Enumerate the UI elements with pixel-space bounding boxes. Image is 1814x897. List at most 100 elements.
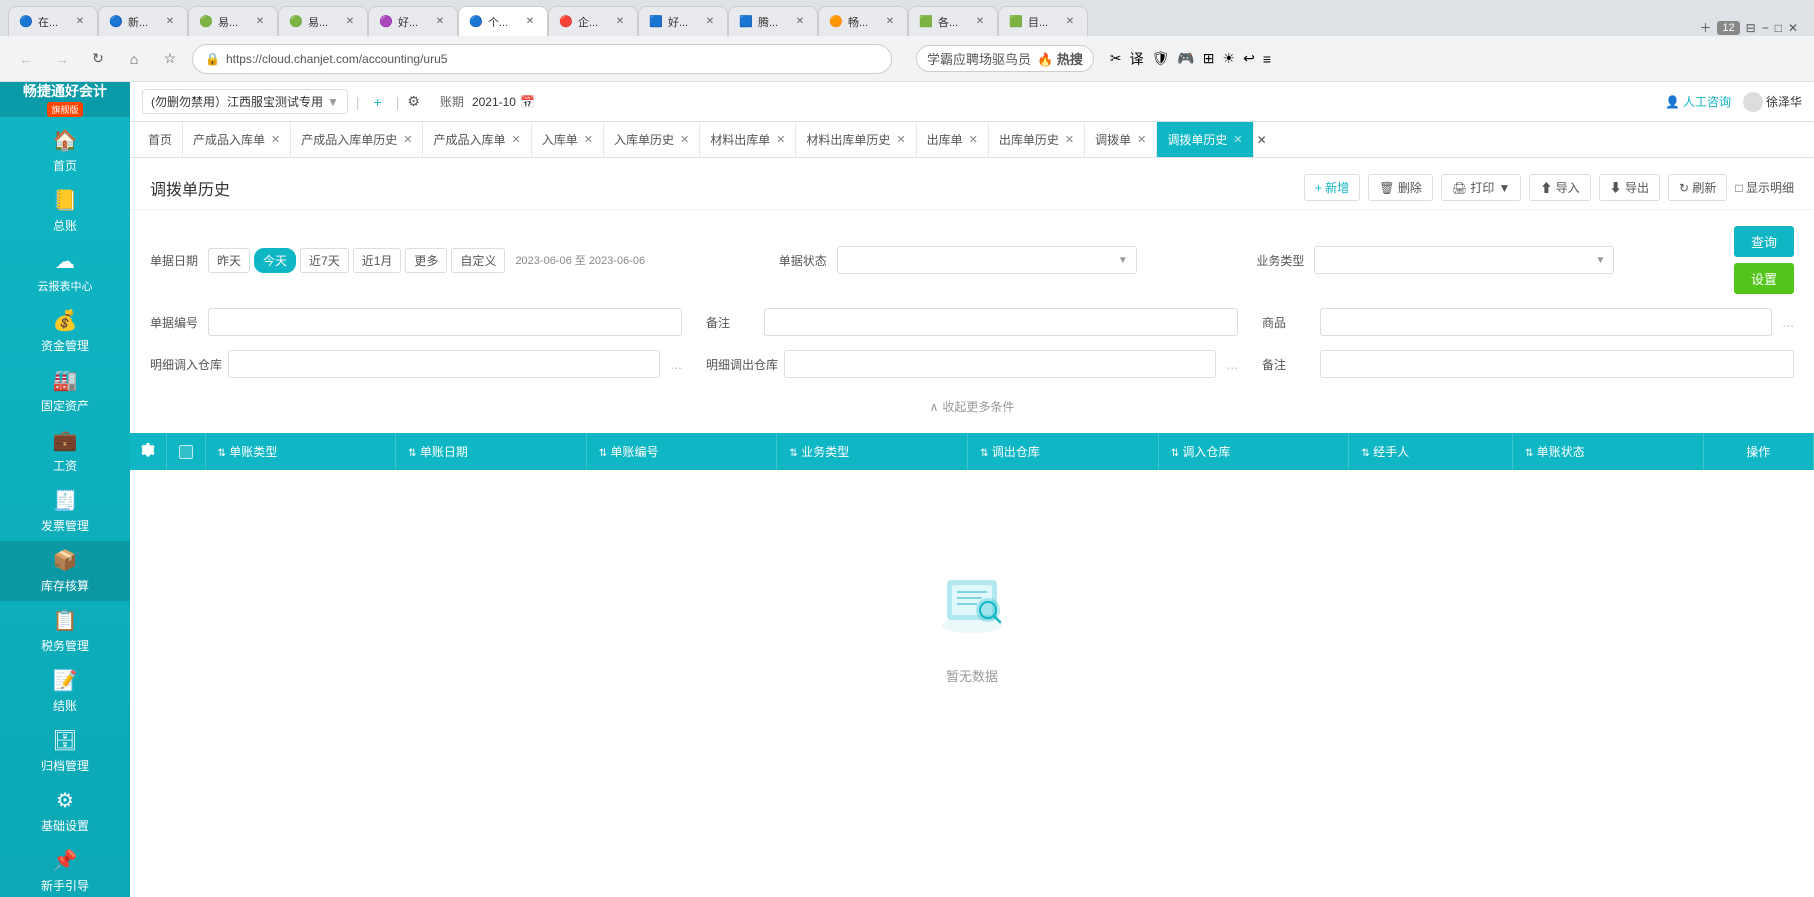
sidebar-logo[interactable]: 畅捷通好会计 旗舰版 — [0, 82, 130, 117]
new-button[interactable]: + 新增 — [1304, 174, 1360, 201]
bookmark-button[interactable]: ☆ — [156, 45, 184, 73]
browser-tab-1[interactable]: 🔵 在... ✕ — [8, 6, 98, 36]
game-icon[interactable]: 🎮 — [1177, 50, 1194, 67]
page-tab-pt5-close[interactable]: ✕ — [584, 133, 593, 146]
date-btn-more[interactable]: 更多 — [405, 248, 447, 273]
add-company-button[interactable]: + — [368, 92, 388, 112]
th-check[interactable] — [166, 433, 205, 470]
page-tabs-close[interactable]: ✕ — [1254, 122, 1270, 158]
th-voucher-type[interactable]: ⇅ 单账类型 — [205, 433, 396, 470]
page-tab-pt3[interactable]: 产成品入库单历史 ✕ — [291, 122, 423, 158]
page-tab-home[interactable]: 首页 — [138, 122, 183, 158]
sidebar-item-settle[interactable]: 📝 结账 — [0, 661, 130, 721]
tab-close-11[interactable]: ✕ — [973, 15, 987, 29]
url-box[interactable]: 🔒 https://cloud.chanjet.com/accounting/u… — [192, 44, 892, 74]
page-tab-pt4-close[interactable]: ✕ — [512, 133, 521, 146]
browser-tab-10[interactable]: 🟠 畅... ✕ — [818, 6, 908, 36]
page-tab-pt12-close[interactable]: ✕ — [1233, 133, 1242, 146]
sidebar-item-ledger[interactable]: 📒 总账 — [0, 181, 130, 241]
page-tab-pt11-close[interactable]: ✕ — [1137, 133, 1146, 146]
maximize-icon[interactable]: □ — [1775, 21, 1782, 35]
page-tab-pt9[interactable]: 出库单 ✕ — [917, 122, 989, 158]
page-tab-pt6-close[interactable]: ✕ — [680, 133, 689, 146]
sidebar-item-report[interactable]: ☁ 云报表中心 — [0, 241, 130, 301]
filter-status-select[interactable]: ▼ — [837, 246, 1137, 274]
home-browser-button[interactable]: ⌂ — [120, 45, 148, 73]
tab-close-9[interactable]: ✕ — [793, 15, 807, 29]
filter-note-input[interactable] — [764, 308, 1238, 336]
page-tab-pt11[interactable]: 调拨单 ✕ — [1085, 122, 1157, 158]
browser-tab-2[interactable]: 🔵 新... ✕ — [98, 6, 188, 36]
browser-tab-5[interactable]: 🟣 好... ✕ — [368, 6, 458, 36]
brightness-icon[interactable]: ☀ — [1223, 50, 1236, 67]
sidebar-item-guide[interactable]: 📌 新手引导 — [0, 841, 130, 897]
browser-search[interactable]: 学霸应聘场驱鸟员 🔥 热搜 — [916, 45, 1094, 72]
tab-close-3[interactable]: ✕ — [253, 15, 267, 29]
th-status[interactable]: ⇅ 单账状态 — [1512, 433, 1703, 470]
display-toggle[interactable]: □ 显示明细 — [1735, 179, 1794, 196]
tab-close-7[interactable]: ✕ — [613, 15, 627, 29]
filter-detail-in-input[interactable] — [228, 350, 660, 378]
tab-menu-icon[interactable]: ⊟ — [1746, 21, 1756, 35]
window-close-icon[interactable]: ✕ — [1788, 21, 1798, 35]
sidebar-item-home[interactable]: 🏠 首页 — [0, 121, 130, 181]
page-tab-pt8-close[interactable]: ✕ — [896, 133, 905, 146]
page-tab-pt12[interactable]: 调拨单历史 ✕ — [1157, 122, 1253, 158]
header-checkbox[interactable] — [179, 445, 193, 459]
minimize-icon[interactable]: − — [1762, 21, 1769, 35]
print-button[interactable]: 🖨 打印 ▼ — [1441, 174, 1521, 201]
cut-icon[interactable]: ✂ — [1110, 50, 1122, 67]
import-button[interactable]: ⬆ 导入 — [1529, 174, 1590, 201]
tab-close-10[interactable]: ✕ — [883, 15, 897, 29]
th-out-warehouse[interactable]: ⇅ 调出仓库 — [968, 433, 1159, 470]
user-account[interactable]: 徐泽华 — [1743, 92, 1802, 112]
browser-tab-9[interactable]: 🟦 腾... ✕ — [728, 6, 818, 36]
tab-close-4[interactable]: ✕ — [343, 15, 357, 29]
page-tab-pt5[interactable]: 入库单 ✕ — [532, 122, 604, 158]
sidebar-item-fixed[interactable]: 🏭 固定资产 — [0, 361, 130, 421]
page-tab-pt8[interactable]: 材料出库单历史 ✕ — [796, 122, 916, 158]
refresh-button[interactable]: ↻ 刷新 — [1668, 174, 1727, 201]
filter-voucherno-input[interactable] — [208, 308, 682, 336]
shield-icon[interactable]: 🛡 — [1152, 50, 1170, 67]
tab-close-1[interactable]: ✕ — [73, 15, 87, 29]
page-tab-pt3-close[interactable]: ✕ — [403, 133, 412, 146]
sidebar-item-invoice[interactable]: 🧾 发票管理 — [0, 481, 130, 541]
settings-button[interactable]: 设置 — [1734, 263, 1794, 294]
settings-icon[interactable]: ⚙ — [407, 93, 420, 110]
sidebar-item-archive[interactable]: 🗄 归档管理 — [0, 721, 130, 781]
page-tab-pt7[interactable]: 材料出库单 ✕ — [700, 122, 796, 158]
sidebar-item-fund[interactable]: 💰 资金管理 — [0, 301, 130, 361]
tab-close-2[interactable]: ✕ — [163, 15, 177, 29]
page-tab-pt7-close[interactable]: ✕ — [776, 133, 785, 146]
detail-in-picker-icon[interactable]: ... — [670, 356, 682, 372]
th-voucher-no[interactable]: ⇅ 单账编号 — [586, 433, 777, 470]
refresh-browser-button[interactable]: ↻ — [84, 45, 112, 73]
page-tab-pt2[interactable]: 产成品入库单 ✕ — [183, 122, 291, 158]
browser-tab-4[interactable]: 🟢 易... ✕ — [278, 6, 368, 36]
th-operator[interactable]: ⇅ 经手人 — [1349, 433, 1513, 470]
sidebar-item-basic[interactable]: ⚙ 基础设置 — [0, 781, 130, 841]
customer-service-button[interactable]: 👤 人工咨询 — [1665, 93, 1731, 110]
page-tab-pt9-close[interactable]: ✕ — [969, 133, 978, 146]
browser-tab-11[interactable]: 🟩 各... ✕ — [908, 6, 998, 36]
th-voucher-date[interactable]: ⇅ 单账日期 — [396, 433, 587, 470]
tab-close-active[interactable]: ✕ — [523, 15, 537, 29]
menu-icon[interactable]: ≡ — [1263, 51, 1271, 67]
date-btn-yesterday[interactable]: 昨天 — [208, 248, 250, 273]
filter-detail-out-input[interactable] — [784, 350, 1216, 378]
undo-icon[interactable]: ↩ — [1243, 50, 1255, 67]
th-business-type[interactable]: ⇅ 业务类型 — [777, 433, 968, 470]
query-button[interactable]: 查询 — [1734, 226, 1794, 257]
sidebar-item-tax[interactable]: 📋 税务管理 — [0, 601, 130, 661]
translate-icon[interactable]: 译 — [1130, 49, 1144, 69]
export-button[interactable]: ⬇ 导出 — [1599, 174, 1660, 201]
browser-tab-12[interactable]: 🟩 目... ✕ — [998, 6, 1088, 36]
delete-button[interactable]: 🗑 删除 — [1368, 174, 1433, 201]
back-button[interactable]: ← — [12, 45, 40, 73]
company-selector[interactable]: (勿删勿禁用）江西服宝测试专用 ▼ — [142, 89, 348, 114]
th-gear[interactable] — [130, 433, 166, 470]
page-tab-pt6[interactable]: 入库单历史 ✕ — [604, 122, 700, 158]
browser-tab-8[interactable]: 🟦 好... ✕ — [638, 6, 728, 36]
sidebar-item-inventory[interactable]: 📦 库存核算 — [0, 541, 130, 601]
